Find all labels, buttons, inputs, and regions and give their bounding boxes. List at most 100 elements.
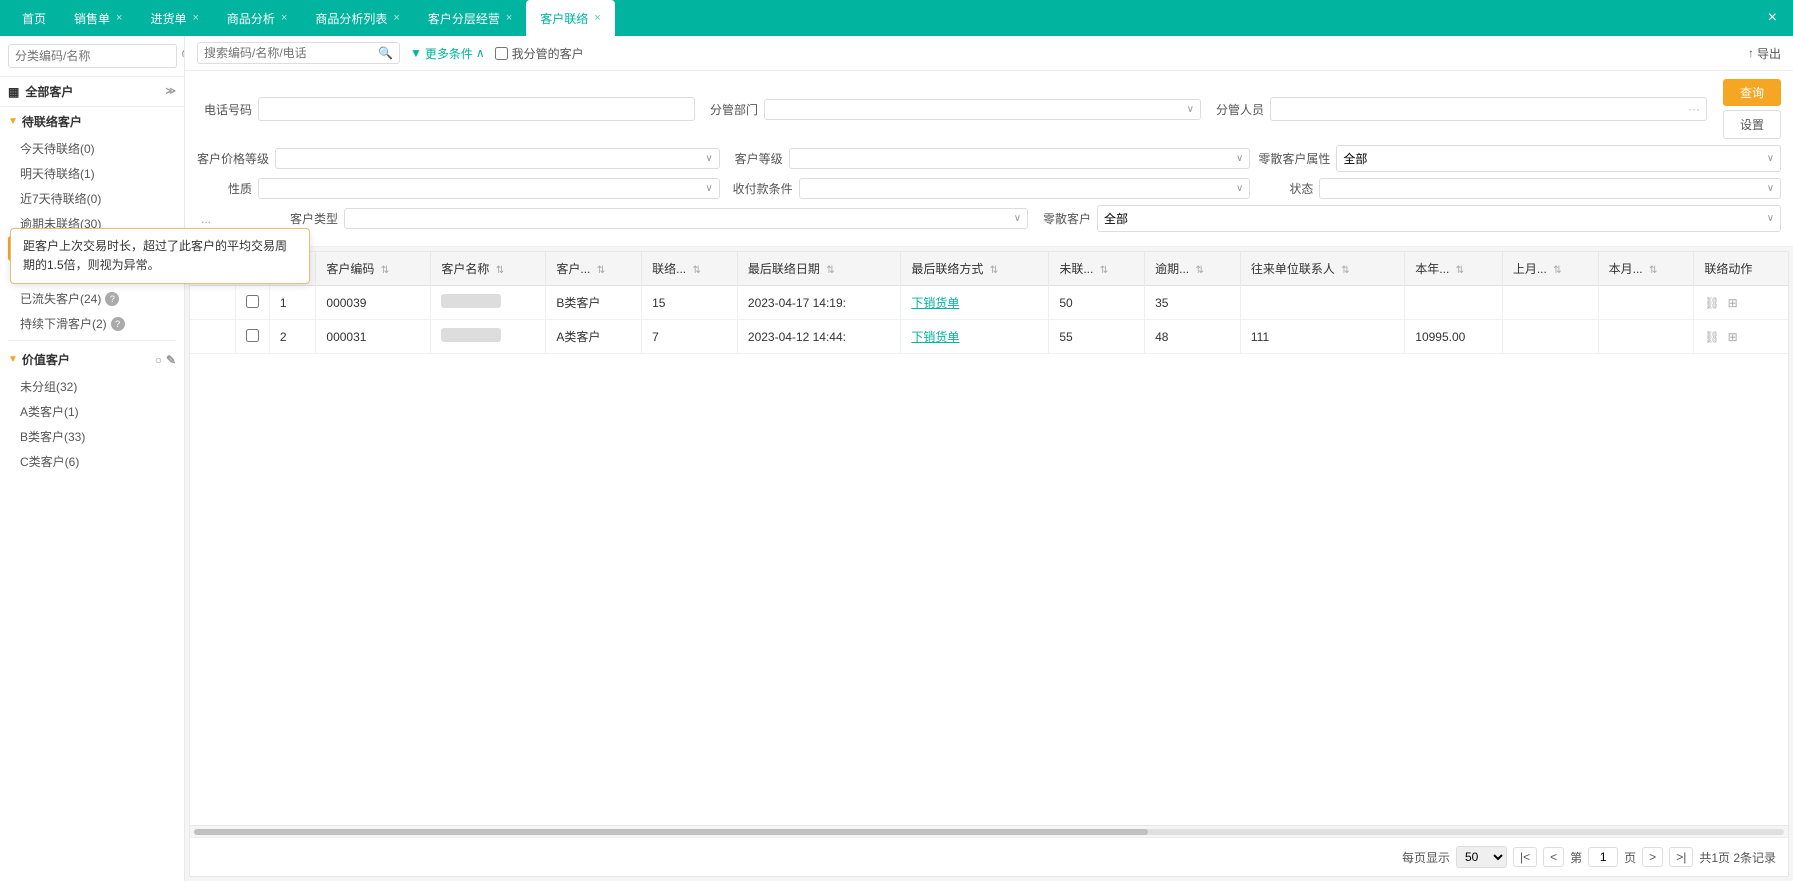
manager-dots-icon: ···	[1688, 102, 1700, 116]
status-select[interactable]: ∨	[1319, 178, 1781, 199]
row2-overdue: 48	[1145, 320, 1241, 354]
search-icon[interactable]: 🔍	[378, 46, 393, 60]
row2-last-method[interactable]: 下销货单	[901, 320, 1049, 354]
manager-select[interactable]: ···	[1270, 97, 1707, 121]
col-name[interactable]: 客户名称 ⇅	[431, 252, 546, 286]
triangle-icon: ▼	[8, 116, 18, 127]
page-prev-btn[interactable]: <	[1543, 847, 1564, 867]
row1-code: 000039	[316, 286, 431, 320]
close-all-tabs[interactable]: ×	[1760, 9, 1785, 27]
col-contact-count[interactable]: 联络... ⇅	[642, 252, 738, 286]
close-sales-tab[interactable]: ×	[116, 12, 122, 24]
sidebar-all-customers[interactable]: ▦ 全部客户 ≫	[0, 77, 184, 107]
sidebar-item-c-class[interactable]: C类客户(6)	[0, 449, 184, 474]
retail-attr-select[interactable]: 全部 ∨	[1336, 145, 1781, 172]
close-product-analysis-tab[interactable]: ×	[281, 12, 287, 24]
my-customer-checkbox[interactable]	[495, 47, 508, 60]
nav-tab-home[interactable]: 首页	[8, 0, 60, 36]
sidebar-item-7days[interactable]: 近7天待联络(0)	[0, 186, 184, 211]
row2-qr-icon[interactable]: ⊞	[1728, 330, 1738, 344]
query-button[interactable]: 查询	[1723, 79, 1781, 106]
nav-tab-customer-contact[interactable]: 客户联络 ×	[526, 0, 614, 36]
col-company-contact[interactable]: 往来单位联系人 ⇅	[1240, 252, 1404, 286]
col-this-month[interactable]: 本月... ⇅	[1598, 252, 1694, 286]
filter-dots[interactable]: ...	[197, 212, 215, 226]
sidebar-item-b-class[interactable]: B类客户(33)	[0, 424, 184, 449]
row1-last-method[interactable]: 下销货单	[901, 286, 1049, 320]
sidebar-pending-group[interactable]: ▼ 待联络客户	[0, 107, 184, 136]
sidebar-search-input[interactable]	[8, 44, 177, 68]
nav-tab-product-analysis[interactable]: 商品分析 ×	[213, 0, 301, 36]
gender-select[interactable]: ∨	[258, 178, 720, 199]
customer-grade-field: 客户等级 ∨	[728, 148, 1251, 169]
row1-last-month	[1502, 286, 1598, 320]
sidebar-collapse-icon[interactable]: ≫	[166, 86, 176, 97]
value-circle-icon[interactable]: ○	[155, 353, 162, 367]
filter-row-3: 性质 ∨ 收付款条件 ∨ 状态	[197, 178, 1781, 199]
customer-grade-select[interactable]: ∨	[789, 148, 1251, 169]
overdue-sort-icon: ⇅	[1195, 265, 1203, 276]
sidebar-divider	[8, 340, 176, 341]
close-product-list-tab[interactable]: ×	[393, 12, 399, 24]
dept-arrow-icon: ∨	[1187, 104, 1194, 115]
col-this-year[interactable]: 本年... ⇅	[1405, 252, 1503, 286]
triangle-value-icon: ▼	[8, 354, 18, 365]
value-edit-icon[interactable]: ✎	[166, 353, 176, 367]
col-code[interactable]: 客户编码 ⇅	[316, 252, 431, 286]
sidebar-item-already-lost[interactable]: 已流失客户(24) ?	[0, 286, 184, 311]
nav-tab-customer-segment[interactable]: 客户分层经营 ×	[414, 0, 526, 36]
row1-checkbox[interactable]	[246, 295, 259, 308]
page-next-btn[interactable]: >	[1642, 847, 1663, 867]
more-filter-btn[interactable]: ▼ 更多条件 ∧	[410, 45, 485, 62]
row1-actions: ⛓ ⊞	[1694, 286, 1788, 320]
col-type[interactable]: 客户... ⇅	[546, 252, 642, 286]
payment-select[interactable]: ∨	[799, 178, 1251, 199]
dept-select[interactable]: ∨	[764, 99, 1201, 120]
row2-link-icon[interactable]: ⛓	[1704, 330, 1719, 344]
price-grade-select[interactable]: ∨	[275, 148, 720, 169]
col-last-contact-method[interactable]: 最后联络方式 ⇅	[901, 252, 1049, 286]
page-last-btn[interactable]: >|	[1669, 847, 1693, 867]
row1-contact-count: 15	[642, 286, 738, 320]
sidebar-item-declining[interactable]: 持续下滑客户(2) ?	[0, 311, 184, 336]
col-last-contact-date[interactable]: 最后联络日期 ⇅	[737, 252, 901, 286]
col-overdue[interactable]: 逾期... ⇅	[1145, 252, 1241, 286]
gender-arrow-icon: ∨	[705, 183, 712, 194]
phone-input[interactable]	[258, 97, 695, 121]
horizontal-scrollbar[interactable]	[190, 825, 1788, 837]
nav-tab-purchase[interactable]: 进货单 ×	[136, 0, 212, 36]
customer-type-select[interactable]: ∨	[344, 208, 1028, 229]
retail-customer-select[interactable]: 全部 ∨	[1097, 205, 1781, 232]
page-size-select[interactable]: 50 100 200	[1456, 846, 1507, 868]
sidebar-item-a-class[interactable]: A类客户(1)	[0, 399, 184, 424]
row2-last-method-link[interactable]: 下销货单	[911, 330, 959, 344]
sidebar-item-unclassified[interactable]: 未分组(32)	[0, 374, 184, 399]
my-customer-check[interactable]: 我分管的客户	[495, 45, 584, 62]
nav-tab-sales[interactable]: 销售单 ×	[60, 0, 136, 36]
sidebar-item-tomorrow[interactable]: 明天待联络(1)	[0, 161, 184, 186]
row1-checkbox-cell	[235, 286, 269, 320]
close-customer-contact-tab[interactable]: ×	[594, 12, 600, 24]
close-purchase-tab[interactable]: ×	[192, 12, 198, 24]
row1-overdue: 35	[1145, 286, 1241, 320]
page-input[interactable]	[1588, 847, 1618, 867]
close-customer-segment-tab[interactable]: ×	[506, 12, 512, 24]
filter-btn-group: 查询 设置	[1723, 79, 1781, 139]
export-btn[interactable]: ↑ 导出	[1748, 45, 1781, 62]
nav-tab-product-list[interactable]: 商品分析列表 ×	[301, 0, 413, 36]
search-input[interactable]	[204, 46, 374, 60]
col-uncontacted[interactable]: 未联... ⇅	[1049, 252, 1145, 286]
sidebar-item-today[interactable]: 今天待联络(0)	[0, 136, 184, 161]
chevron-up-icon: ∧	[476, 46, 485, 60]
row1-link-icon[interactable]: ⛓	[1704, 296, 1719, 310]
row2-checkbox[interactable]	[246, 329, 259, 342]
advanced-filter: 电话号码 分管部门 ∨ 分管人员 ···	[185, 71, 1793, 247]
col-last-month[interactable]: 上月... ⇅	[1502, 252, 1598, 286]
settings-button[interactable]: 设置	[1723, 110, 1781, 139]
status-field: 状态 ∨	[1258, 178, 1781, 199]
row1-qr-icon[interactable]: ⊞	[1728, 296, 1738, 310]
page-first-btn[interactable]: |<	[1513, 847, 1537, 867]
row1-last-method-link[interactable]: 下销货单	[911, 296, 959, 310]
row1-action-icons: ⛓ ⊞	[1704, 296, 1778, 310]
customer-type-field: 客户类型 ∨	[283, 208, 1028, 229]
